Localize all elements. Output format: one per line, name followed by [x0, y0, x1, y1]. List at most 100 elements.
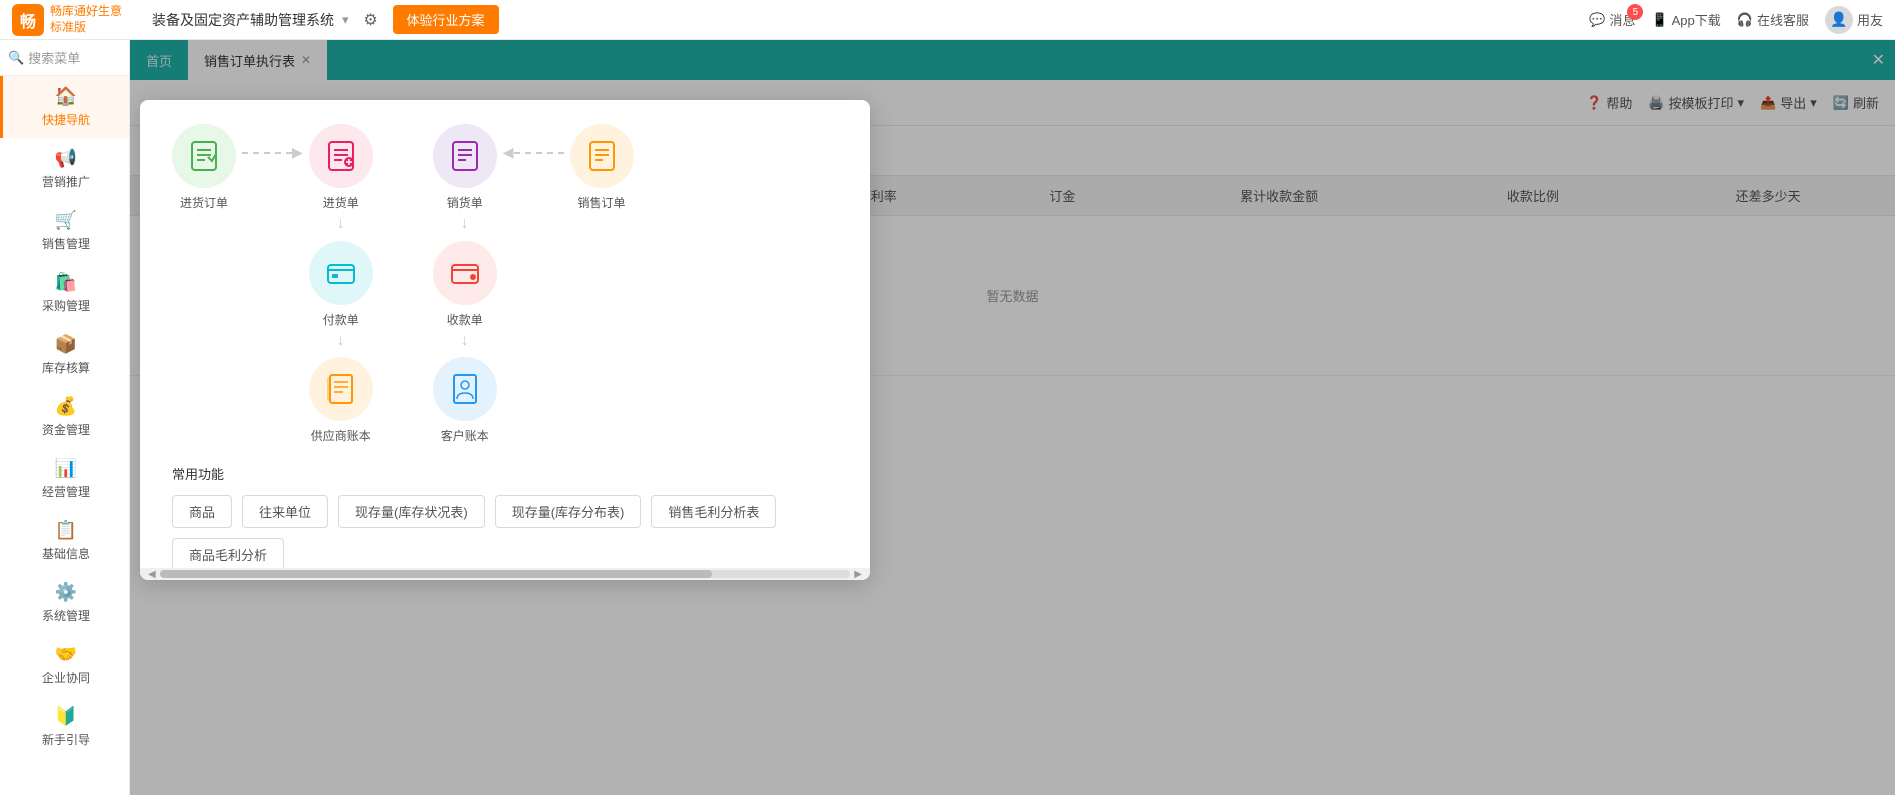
settings-icon-btn[interactable]: ⚙	[357, 6, 385, 34]
func-buttons-row1: 商品 往来单位 现存量(库存状况表) 现存量(库存分布表) 销售毛利分析表 商品…	[172, 495, 838, 568]
customer-ledger-label: 客户账本	[441, 427, 489, 444]
app-container: 畅 畅库通好生意标准版 装备及固定资产辅助管理系统 ▾ ⚙ 体验行业方案 💬 消…	[0, 0, 1895, 795]
marketing-icon: 📢	[55, 148, 77, 169]
operations-icon: 📊	[55, 458, 77, 479]
common-functions: 常用功能 商品 往来单位 现存量(库存状况表) 现存量(库存分布表) 销售毛利分…	[172, 464, 838, 568]
flow-node-sales-order[interactable]: 销售订单	[570, 124, 634, 211]
scroll-right-arrow[interactable]: ▶	[850, 569, 866, 580]
popup: 进货订单 ▶	[140, 100, 870, 580]
flow-node-supplier-ledger[interactable]: 供应商账本	[309, 357, 373, 444]
sales-order-icon	[570, 124, 634, 188]
sidebar-item-purchase[interactable]: 🛍️ 采购管理	[0, 262, 129, 324]
sidebar-item-label: 销售管理	[42, 235, 90, 252]
sidebar-item-label: 新手引导	[42, 731, 90, 748]
sidebar-item-beginner[interactable]: 🔰 新手引导	[0, 696, 129, 758]
app-download-btn[interactable]: 📱 App下载	[1651, 10, 1720, 29]
search-icon: 🔍	[8, 50, 24, 66]
sidebar-item-sales[interactable]: 🛒 销售管理	[0, 200, 129, 262]
message-icon: 💬	[1589, 12, 1605, 28]
purchase-bill-icon	[309, 124, 373, 188]
app-download-label: App下载	[1672, 10, 1721, 29]
receipt-bill-icon	[433, 241, 497, 305]
flow-node-customer-ledger[interactable]: 客户账本	[433, 357, 497, 444]
sales-bill-icon	[433, 124, 497, 188]
logo-area: 畅 畅库通好生意标准版	[12, 4, 142, 36]
avatar: 👤	[1825, 6, 1853, 34]
scrollbar-track	[160, 570, 851, 578]
logo-text: 畅库通好生意标准版	[50, 4, 122, 35]
sidebar-item-finance[interactable]: 💰 资金管理	[0, 386, 129, 448]
overlay[interactable]: 进货订单 ▶	[130, 40, 1895, 795]
sidebar-item-label: 快捷导航	[42, 111, 90, 128]
sidebar-item-label: 企业协同	[42, 669, 90, 686]
sidebar-item-system[interactable]: ⚙️ 系统管理	[0, 572, 129, 634]
top-bar: 畅 畅库通好生意标准版 装备及固定资产辅助管理系统 ▾ ⚙ 体验行业方案 💬 消…	[0, 0, 1895, 40]
flow-node-purchase-order[interactable]: 进货订单	[172, 124, 236, 211]
finance-icon: 💰	[55, 396, 77, 417]
flow-node-purchase-bill[interactable]: 进货单	[309, 124, 373, 211]
purchase-icon: 🛍️	[55, 272, 77, 293]
func-btn-product[interactable]: 商品	[172, 495, 232, 528]
message-badge: 5	[1627, 4, 1643, 20]
online-service-btn[interactable]: 🎧 在线客服	[1737, 10, 1809, 29]
scroll-left-arrow[interactable]: ◀	[144, 569, 160, 580]
sidebar-item-label: 经营管理	[42, 483, 90, 500]
logo-icon: 畅	[12, 4, 44, 36]
sales-icon: 🛒	[55, 210, 77, 231]
func-btn-counterpart[interactable]: 往来单位	[242, 495, 328, 528]
basic-info-icon: 📋	[55, 520, 77, 541]
main-area: 🔍 搜索菜单 🏠 快捷导航 📢 营销推广 🛒 销售管理 🛍️ 采购管理 📦	[0, 40, 1895, 795]
func-btn-stock-status[interactable]: 现存量(库存状况表)	[338, 495, 485, 528]
service-icon: 🎧	[1737, 12, 1753, 28]
top-bar-right: 💬 消息 5 📱 App下载 🎧 在线客服 👤 用友	[1589, 6, 1883, 34]
sidebar: 🔍 搜索菜单 🏠 快捷导航 📢 营销推广 🛒 销售管理 🛍️ 采购管理 📦	[0, 40, 130, 795]
sidebar-item-label: 库存核算	[42, 359, 90, 376]
customer-ledger-icon	[433, 357, 497, 421]
sidebar-item-label: 系统管理	[42, 607, 90, 624]
flow-node-sales-bill[interactable]: 销货单	[433, 124, 497, 211]
common-functions-title: 常用功能	[172, 464, 838, 483]
user-name: 用友	[1857, 10, 1883, 29]
sidebar-item-label: 采购管理	[42, 297, 90, 314]
sidebar-item-operations[interactable]: 📊 经营管理	[0, 448, 129, 510]
inventory-icon: 📦	[55, 334, 77, 355]
trial-button[interactable]: 体验行业方案	[393, 5, 499, 34]
content-area: 首页 销售订单执行表 ✕ ✕ ❓ 帮助 🖨️ 按模板打印 ▾	[130, 40, 1895, 795]
flow-node-receipt-bill[interactable]: 收款单	[433, 241, 497, 328]
sidebar-item-enterprise[interactable]: 🤝 企业协同	[0, 634, 129, 696]
sidebar-item-quick-nav[interactable]: 🏠 快捷导航	[0, 76, 129, 138]
sidebar-item-label: 营销推广	[42, 173, 90, 190]
system-dropdown-icon[interactable]: ▾	[342, 12, 349, 28]
purchase-order-icon	[172, 124, 236, 188]
receipt-bill-label: 收款单	[447, 311, 483, 328]
popup-scrollbar[interactable]: ◀ ▶	[140, 568, 870, 580]
online-service-label: 在线客服	[1757, 10, 1809, 29]
sales-bill-label: 销货单	[447, 194, 483, 211]
func-btn-product-gross[interactable]: 商品毛利分析	[172, 538, 284, 568]
sales-order-label: 销售订单	[578, 194, 626, 211]
beginner-icon: 🔰	[55, 706, 77, 727]
func-btn-sales-gross[interactable]: 销售毛利分析表	[651, 495, 776, 528]
popup-content: 进货订单 ▶	[140, 100, 870, 568]
payment-bill-label: 付款单	[323, 311, 359, 328]
payment-bill-icon	[309, 241, 373, 305]
sidebar-item-inventory[interactable]: 📦 库存核算	[0, 324, 129, 386]
sidebar-search[interactable]: 🔍 搜索菜单	[0, 40, 129, 76]
supplier-ledger-icon	[309, 357, 373, 421]
system-info: 装备及固定资产辅助管理系统 ▾ ⚙ 体验行业方案	[142, 5, 1589, 34]
sidebar-item-label: 资金管理	[42, 421, 90, 438]
sidebar-item-label: 基础信息	[42, 545, 90, 562]
sidebar-item-marketing[interactable]: 📢 营销推广	[0, 138, 129, 200]
system-icon: ⚙️	[55, 582, 77, 603]
func-btn-stock-distribution[interactable]: 现存量(库存分布表)	[495, 495, 642, 528]
scrollbar-thumb	[160, 570, 712, 578]
user-area[interactable]: 👤 用友	[1825, 6, 1883, 34]
purchase-order-label: 进货订单	[180, 194, 228, 211]
supplier-ledger-label: 供应商账本	[311, 427, 371, 444]
purchase-bill-label: 进货单	[323, 194, 359, 211]
flow-node-payment-bill[interactable]: 付款单	[309, 241, 373, 328]
sidebar-item-basic-info[interactable]: 📋 基础信息	[0, 510, 129, 572]
message-btn[interactable]: 💬 消息 5	[1589, 10, 1635, 29]
app-icon: 📱	[1651, 12, 1667, 28]
home-icon: 🏠	[55, 86, 77, 107]
